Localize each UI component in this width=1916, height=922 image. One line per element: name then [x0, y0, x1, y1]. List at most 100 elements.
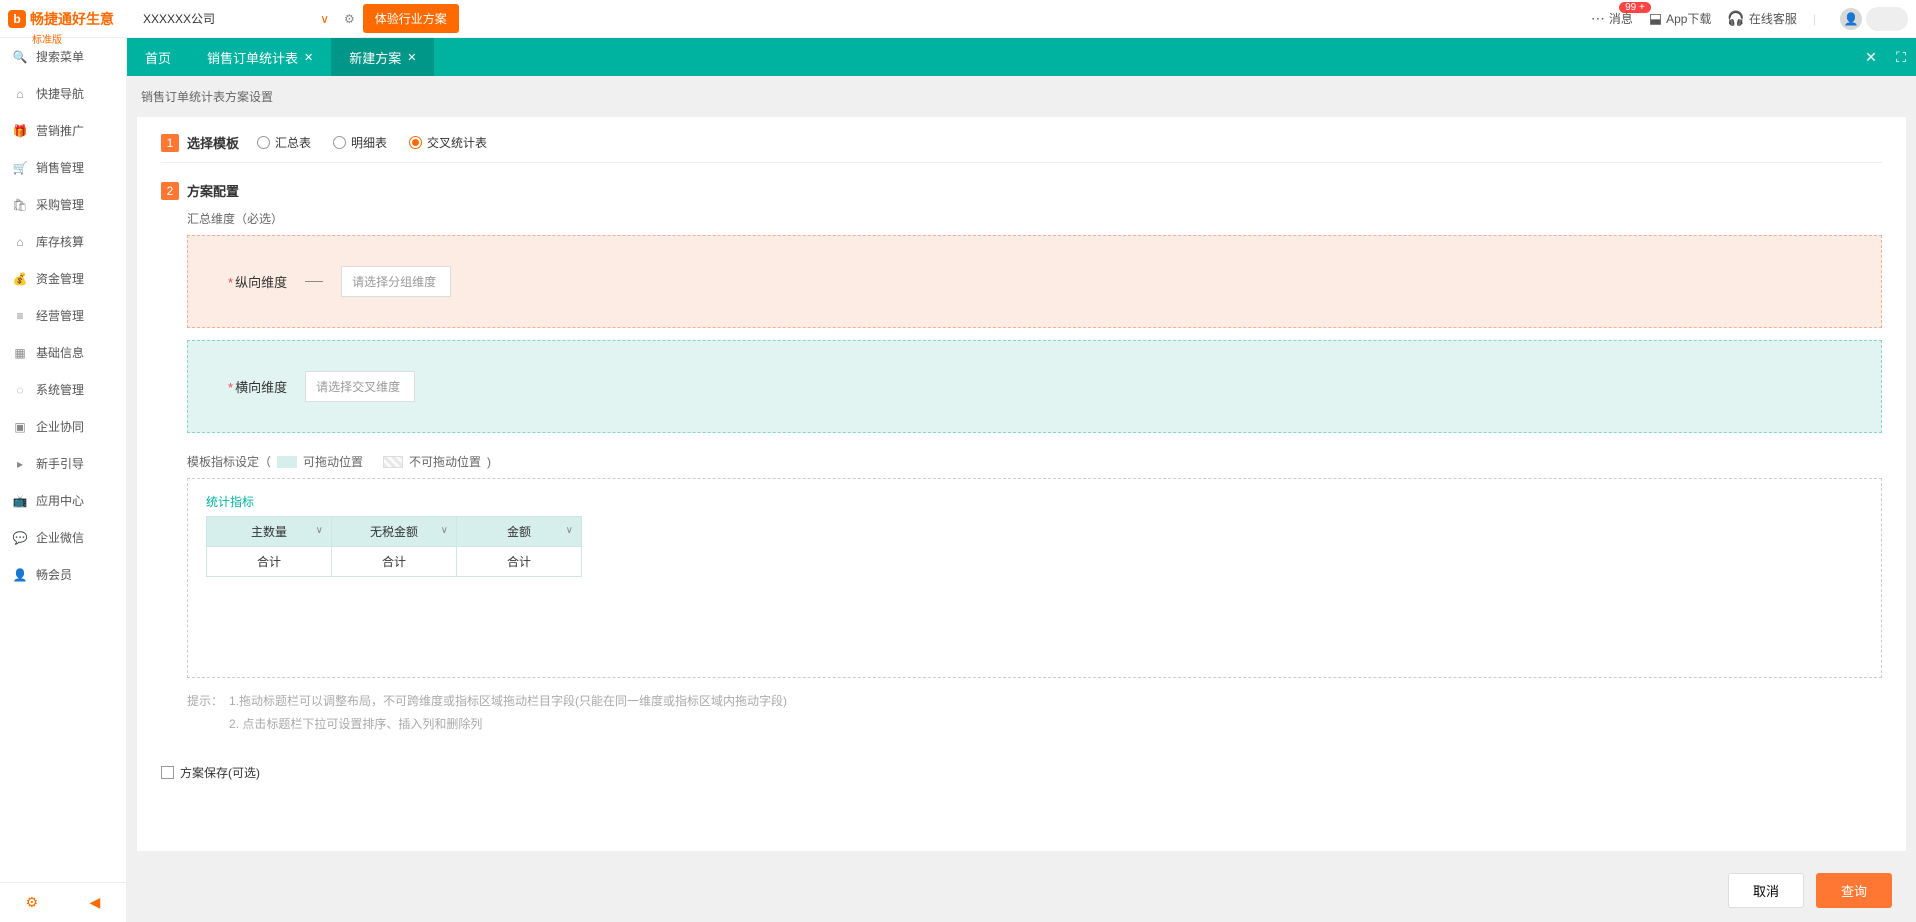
online-service-link[interactable]: 🎧 在线客服	[1727, 10, 1796, 27]
messages-link[interactable]: ⋯ 消息 99 +	[1591, 10, 1633, 27]
radio-summary[interactable]: 汇总表	[257, 134, 311, 151]
table-row: 合计 合计 合计	[207, 547, 582, 577]
radio-detail[interactable]: 明细表	[333, 134, 387, 151]
radio-icon	[333, 136, 346, 149]
close-icon[interactable]: ✕	[304, 51, 313, 64]
sidebar-item-basic-info[interactable]: ▦ 基础信息	[0, 334, 126, 371]
legend-drag-label: 可拖动位置	[303, 453, 363, 470]
sidebar-item-purchase-manage[interactable]: 🛍采购管理	[0, 186, 126, 223]
sidebar-item-label: 企业协同	[36, 418, 84, 435]
company-name: XXXXXX公司	[143, 10, 320, 27]
swatch-draggable	[277, 456, 297, 468]
sidebar-item-quick-nav[interactable]: ⌂快捷导航	[0, 75, 126, 112]
save-plan-checkbox[interactable]	[161, 766, 174, 779]
save-plan-label: 方案保存(可选)	[180, 764, 260, 781]
tab-new-plan[interactable]: 新建方案 ✕	[331, 38, 434, 76]
metric-total-cell: 合计	[207, 547, 332, 577]
sidebar-item-fund-manage[interactable]: 💰资金管理	[0, 260, 126, 297]
user-menu[interactable]	[1866, 7, 1908, 31]
sidebar-item-sales-manage[interactable]: 🛒销售管理	[0, 149, 126, 186]
sidebar-item-label: 基础信息	[36, 344, 84, 361]
collapse-icon[interactable]: ◀	[90, 894, 101, 911]
app-download-label: App下载	[1666, 10, 1711, 27]
sidebar-item-label: 经营管理	[36, 307, 84, 324]
biz-manage-icon: ≡	[12, 309, 28, 323]
horizontal-dim-input[interactable]: 请选择交叉维度	[305, 371, 415, 402]
step2-title: 方案配置	[187, 181, 239, 200]
sidebar-item-biz-manage[interactable]: ≡ 经营管理	[0, 297, 126, 334]
sidebar-item-app-center[interactable]: 📺应用中心	[0, 482, 126, 519]
sidebar-item-system-manage[interactable]: ◌系统管理	[0, 371, 126, 408]
metric-total-cell: 合计	[332, 547, 457, 577]
tab-home-label: 首页	[145, 48, 171, 67]
company-selector[interactable]: XXXXXX公司 ∨	[136, 7, 336, 30]
basic-info-icon: ▦	[12, 346, 28, 360]
logo-text: 畅捷通好生意	[30, 9, 114, 29]
swatch-not-draggable	[383, 456, 403, 468]
tips-label: 提示：	[187, 690, 223, 736]
chevron-down-icon[interactable]: ∨	[316, 525, 323, 536]
tips-block: 提示： 1.拖动标题栏可以调整布局，不可跨维度或指标区域拖动栏目字段(只能在同一…	[187, 690, 1882, 736]
headset-icon: 🎧	[1727, 10, 1744, 27]
gear-icon[interactable]: ⚙	[344, 12, 355, 26]
sidebar-item-label: 采购管理	[36, 196, 84, 213]
sidebar-item-label: 销售管理	[36, 159, 84, 176]
sidebar-item-label: 库存核算	[36, 233, 84, 250]
sidebar-item-inventory[interactable]: ⌂库存核算	[0, 223, 126, 260]
query-button[interactable]: 查询	[1816, 873, 1892, 908]
tab-home[interactable]: 首页	[127, 38, 189, 76]
app-download-link[interactable]: ⬓ App下载	[1649, 10, 1712, 27]
logo-icon: b	[8, 10, 26, 28]
summary-dim-label: 汇总维度（必选）	[187, 210, 1882, 227]
logo-subtitle: 标准版	[32, 31, 62, 46]
search-menu-icon: 🔍	[12, 50, 28, 64]
logo-area[interactable]: b 畅捷通好生意 标准版	[8, 9, 128, 29]
fullscreen-button[interactable]: ⛶	[1886, 49, 1916, 66]
sidebar-item-label: 系统管理	[36, 381, 84, 398]
step2-badge: 2	[161, 182, 179, 200]
metric-total-cell: 合计	[457, 547, 582, 577]
radio-icon	[257, 136, 270, 149]
radio-detail-label: 明细表	[351, 134, 387, 151]
quick-nav-icon: ⌂	[12, 87, 28, 101]
online-service-label: 在线客服	[1749, 10, 1797, 27]
metric-col-amount[interactable]: 金额 ∨	[457, 517, 582, 547]
close-icon[interactable]: ✕	[407, 51, 416, 64]
chevron-down-icon[interactable]: ∨	[441, 525, 448, 536]
chevron-down-icon[interactable]: ∨	[566, 525, 573, 536]
sidebar-item-label: 企业微信	[36, 529, 84, 546]
vertical-dim-input[interactable]: 请选择分组维度	[341, 266, 451, 297]
legend-row: 模板指标设定（ 可拖动位置 不可拖动位置 )	[187, 453, 1882, 470]
message-icon: ⋯	[1591, 10, 1605, 27]
legend-label: 模板指标设定（	[187, 453, 271, 470]
legend-close: )	[487, 455, 491, 469]
metrics-panel: 统计指标 主数量 ∨ 无税金额 ∨ 金额 ∨	[187, 478, 1882, 678]
cancel-button[interactable]: 取消	[1728, 873, 1804, 908]
sidebar-item-member[interactable]: 👤畅会员	[0, 556, 126, 593]
metric-col-primary-qty[interactable]: 主数量 ∨	[207, 517, 332, 547]
sidebar-item-enterprise-wechat[interactable]: 💬企业微信	[0, 519, 126, 556]
marketing-icon: 🎁	[12, 124, 28, 138]
sidebar-item-label: 搜索菜单	[36, 48, 84, 65]
radio-cross[interactable]: 交叉统计表	[409, 134, 487, 151]
avatar-icon[interactable]: 👤	[1840, 8, 1862, 30]
radio-cross-label: 交叉统计表	[427, 134, 487, 151]
radio-icon	[409, 136, 422, 149]
app-center-icon: 📺	[12, 494, 28, 508]
try-industry-button[interactable]: 体验行业方案	[363, 4, 459, 33]
horizontal-dim-label: *横向维度	[228, 377, 287, 396]
legend-nodrag-label: 不可拖动位置	[409, 453, 481, 470]
settings-icon[interactable]: ⚙	[26, 894, 39, 911]
sidebar-item-label: 营销推广	[36, 122, 84, 139]
sidebar-item-search-menu[interactable]: 🔍 搜索菜单	[0, 38, 126, 75]
sidebar-item-marketing[interactable]: 🎁 营销推广	[0, 112, 126, 149]
sidebar-item-newbie-guide[interactable]: ▸ 新手引导	[0, 445, 126, 482]
tab-sales-order-stats[interactable]: 销售订单统计表 ✕	[189, 38, 331, 76]
sidebar: 🔍搜索菜单⌂快捷导航🎁营销推广🛒销售管理🛍采购管理⌂库存核算💰资金管理≡经营管理…	[0, 38, 127, 922]
newbie-guide-icon: ▸	[12, 457, 28, 471]
sidebar-item-enterprise-collab[interactable]: ▣企业协同	[0, 408, 126, 445]
sidebar-item-label: 新手引导	[36, 455, 84, 472]
tab-close-all-button[interactable]: ✕	[1856, 49, 1886, 66]
metric-col-untaxed-amount[interactable]: 无税金额 ∨	[332, 517, 457, 547]
download-icon: ⬓	[1649, 10, 1662, 27]
